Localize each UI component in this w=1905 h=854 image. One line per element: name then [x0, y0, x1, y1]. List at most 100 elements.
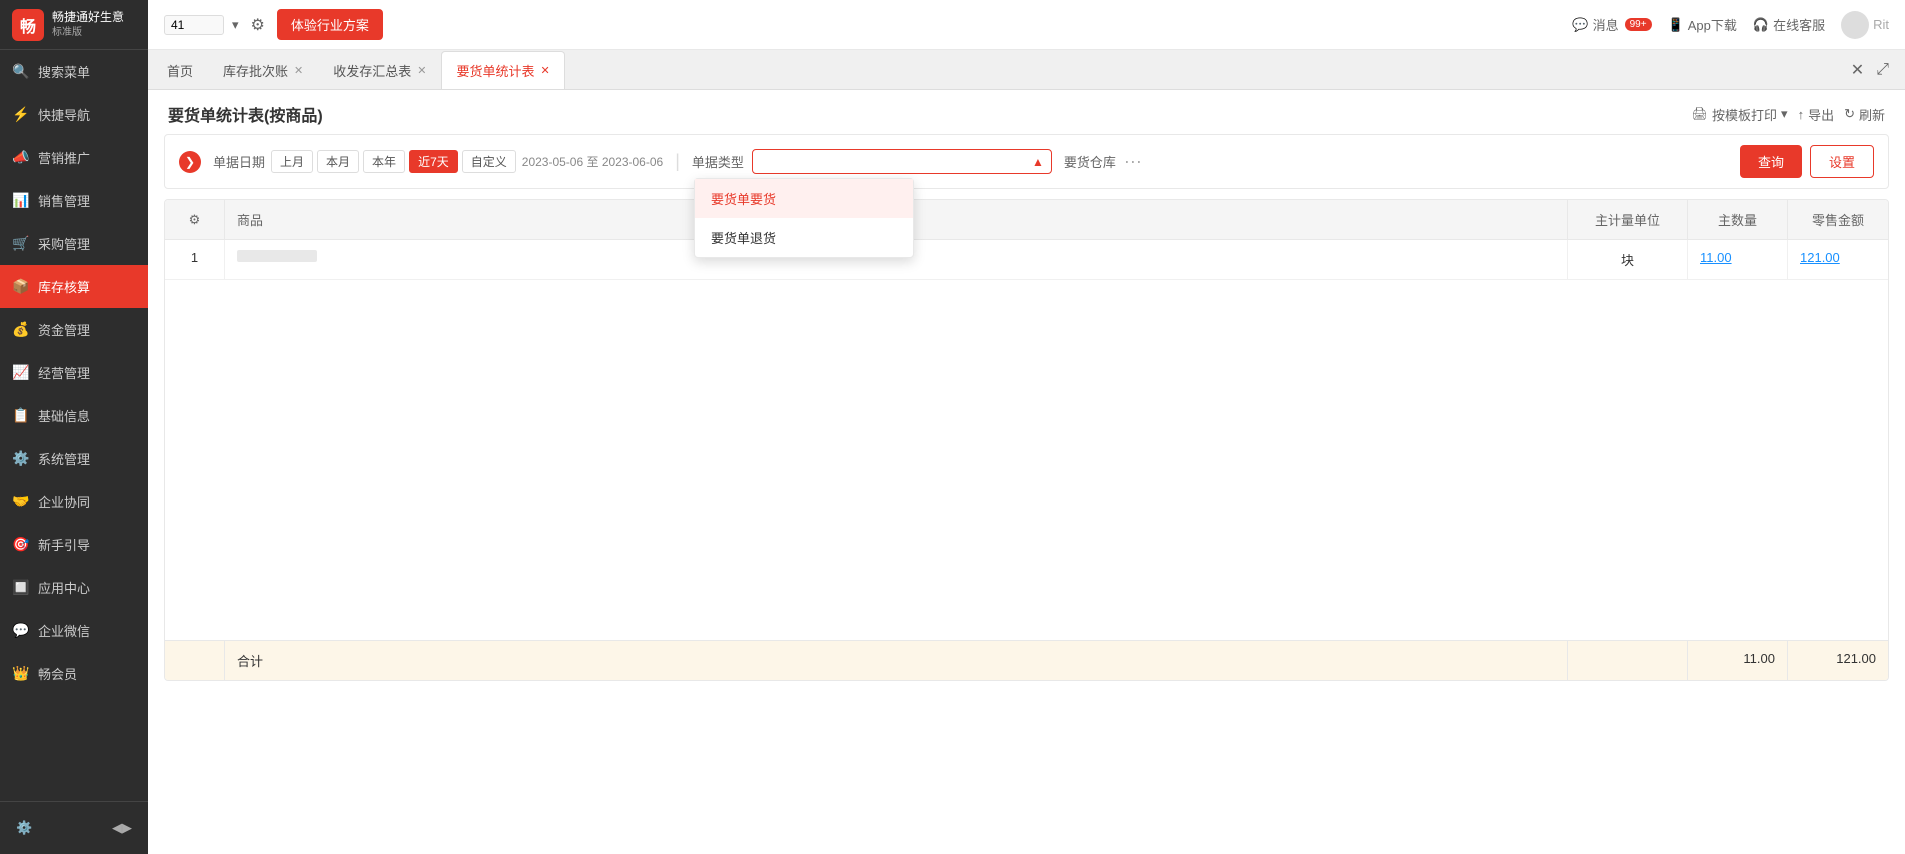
cell-unit-1: 块: [1568, 240, 1688, 279]
dropdown-item-order-return[interactable]: 要货单退货: [695, 218, 913, 257]
shortcuts-icon: ⚡: [12, 106, 30, 124]
sidebar-nav: 🔍 搜索菜单 ⚡ 快捷导航 📣 营销推广 📊 销售管理 🛒 采购管理 📦 库存核…: [0, 50, 148, 801]
settings-icon: ⚙️: [16, 820, 32, 836]
sidebar-item-app-center[interactable]: 🔲 应用中心: [0, 566, 148, 609]
filter-bar: ❯ 单据日期 上月 本月 本年 近7天 自定义 2023-05-06 至 202…: [164, 134, 1889, 189]
logo-text: 畅捷通好生意 标准版: [52, 10, 124, 39]
sales-icon: 📊: [12, 192, 30, 210]
filter-expand-button[interactable]: ❯: [179, 151, 201, 173]
sidebar-item-shortcuts[interactable]: ⚡ 快捷导航: [0, 93, 148, 136]
tab-home[interactable]: 首页: [152, 51, 208, 89]
enterprise-collab-icon: 🤝: [12, 493, 30, 511]
tab-close-inventory-batch[interactable]: ✕: [294, 64, 303, 77]
username-text: Rit: [1873, 17, 1889, 32]
sidebar-bottom: ⚙️ ◀▶: [0, 801, 148, 854]
top-header: ▾ ⚙ 体验行业方案 💬 消息 99+ 📱 App下载 🎧 在线客服 Rit: [148, 0, 1905, 50]
headset-icon: 🎧: [1753, 17, 1769, 33]
date-buttons: 上月 本月 本年 近7天 自定义: [271, 150, 516, 173]
type-dropdown-arrow[interactable]: ▲: [1032, 155, 1044, 169]
type-input[interactable]: [752, 149, 1052, 174]
app-center-icon: 🔲: [12, 579, 30, 597]
enterprise-wechat-icon: 💬: [12, 622, 30, 640]
sidebar-item-enterprise-wechat[interactable]: 💬 企业微信: [0, 609, 148, 652]
sidebar-item-search[interactable]: 🔍 搜索菜单: [0, 50, 148, 93]
date-btn-previous[interactable]: 上月: [271, 150, 313, 173]
purchase-icon: 🛒: [12, 235, 30, 253]
marketing-icon: 📣: [12, 149, 30, 167]
sidebar-item-finance[interactable]: 💰 资金管理: [0, 308, 148, 351]
table-empty-area: [165, 280, 1888, 640]
sidebar-item-marketing[interactable]: 📣 营销推广: [0, 136, 148, 179]
tab-order-summary[interactable]: 要货单统计表 ✕: [441, 51, 564, 89]
print-dropdown-arrow[interactable]: ▾: [1781, 106, 1788, 122]
sidebar-item-inventory[interactable]: 📦 库存核算: [0, 265, 148, 308]
sidebar-item-beginner-guide[interactable]: 🎯 新手引导: [0, 523, 148, 566]
operations-icon: 📈: [12, 364, 30, 382]
message-icon: 💬: [1572, 17, 1588, 33]
inventory-icon: 📦: [12, 278, 30, 296]
refresh-button[interactable]: ↻ 刷新: [1844, 105, 1885, 124]
nav-count-group: ▾: [164, 15, 239, 35]
table-header-settings[interactable]: ⚙: [165, 200, 225, 239]
cell-quantity-1[interactable]: 11.00: [1688, 240, 1788, 279]
table-col-amount: 零售金额: [1788, 200, 1888, 239]
logo-icon: 畅: [12, 9, 44, 41]
system-icon: ⚙️: [12, 450, 30, 468]
query-button[interactable]: 查询: [1740, 145, 1802, 178]
page-title-bar: 要货单统计表(按商品) 🖨 按模板打印 ▾ ↑ 导出 ↻ 刷新: [148, 90, 1905, 134]
filter-action-buttons: 查询 设置: [1740, 145, 1874, 178]
footer-empty: [165, 641, 225, 680]
sidebar-item-basic-info[interactable]: 📋 基础信息: [0, 394, 148, 437]
message-button[interactable]: 💬 消息 99+: [1572, 15, 1651, 34]
date-btn-last7[interactable]: 近7天: [409, 150, 458, 173]
sidebar-item-membership[interactable]: 👑 畅会员: [0, 652, 148, 695]
print-button[interactable]: 🖨 按模板打印 ▾: [1692, 105, 1788, 124]
page-content-area: 要货单统计表(按商品) 🖨 按模板打印 ▾ ↑ 导出 ↻ 刷新: [148, 90, 1905, 854]
tabs-expand-button[interactable]: ⤢: [1872, 57, 1893, 83]
header-right-area: 💬 消息 99+ 📱 App下载 🎧 在线客服 Rit: [1572, 11, 1889, 39]
main-content: ▾ ⚙ 体验行业方案 💬 消息 99+ 📱 App下载 🎧 在线客服 Rit: [148, 0, 1905, 854]
cell-seq-1: 1: [165, 240, 225, 279]
sidebar-item-enterprise-collab[interactable]: 🤝 企业协同: [0, 480, 148, 523]
type-dropdown: 要货单要货 要货单退货: [694, 178, 914, 258]
export-icon: ↑: [1798, 107, 1805, 122]
trial-button[interactable]: 体验行业方案: [277, 9, 383, 40]
membership-icon: 👑: [12, 665, 30, 683]
beginner-guide-icon: 🎯: [12, 536, 30, 554]
warehouse-filter-group: 要货仓库 ···: [1064, 151, 1142, 172]
nav-count-input[interactable]: [164, 15, 224, 35]
app-download-button[interactable]: 📱 App下载: [1668, 15, 1737, 34]
sidebar-settings-btn[interactable]: ⚙️: [12, 816, 36, 840]
sidebar-collapse-btn[interactable]: ◀▶: [108, 816, 136, 840]
tab-close-receive-dispatch[interactable]: ✕: [417, 64, 426, 77]
sidebar-item-operations[interactable]: 📈 经营管理: [0, 351, 148, 394]
nav-dropdown-arrow[interactable]: ▾: [232, 17, 239, 33]
setting-button[interactable]: 设置: [1810, 145, 1874, 178]
online-service-button[interactable]: 🎧 在线客服: [1753, 15, 1825, 34]
sidebar-item-system[interactable]: ⚙️ 系统管理: [0, 437, 148, 480]
sidebar-item-purchase[interactable]: 🛒 采购管理: [0, 222, 148, 265]
table-row: 1 块 11.00 121.00: [165, 240, 1888, 280]
warehouse-more-btn[interactable]: ···: [1124, 151, 1142, 172]
export-button[interactable]: ↑ 导出: [1798, 105, 1835, 124]
date-btn-year[interactable]: 本年: [363, 150, 405, 173]
collapse-icon: ◀▶: [112, 820, 132, 836]
date-btn-custom[interactable]: 自定义: [462, 150, 516, 173]
data-table: ⚙ 商品 主计量单位 主数量 零售金额 1 块 11.00 121.00: [164, 199, 1889, 681]
refresh-icon: ↻: [1844, 106, 1855, 122]
date-filter-group: 单据日期 上月 本月 本年 近7天 自定义 2023-05-06 至 2023-…: [213, 150, 663, 173]
finance-icon: 💰: [12, 321, 30, 339]
header-gear-icon[interactable]: ⚙: [251, 15, 265, 35]
tab-close-order-summary[interactable]: ✕: [541, 64, 550, 77]
dropdown-item-order-goods[interactable]: 要货单要货: [695, 179, 913, 218]
cell-amount-1[interactable]: 121.00: [1788, 240, 1888, 279]
tab-inventory-batch[interactable]: 库存批次账 ✕: [208, 51, 318, 89]
tabs-close-all-button[interactable]: ✕: [1847, 56, 1868, 84]
tabs-actions: ✕ ⤢: [1847, 56, 1901, 84]
sidebar-item-sales[interactable]: 📊 销售管理: [0, 179, 148, 222]
user-avatar[interactable]: Rit: [1841, 11, 1889, 39]
avatar-image: [1841, 11, 1869, 39]
filter-divider: |: [675, 151, 680, 172]
date-btn-current[interactable]: 本月: [317, 150, 359, 173]
tab-receive-dispatch[interactable]: 收发存汇总表 ✕: [318, 51, 441, 89]
